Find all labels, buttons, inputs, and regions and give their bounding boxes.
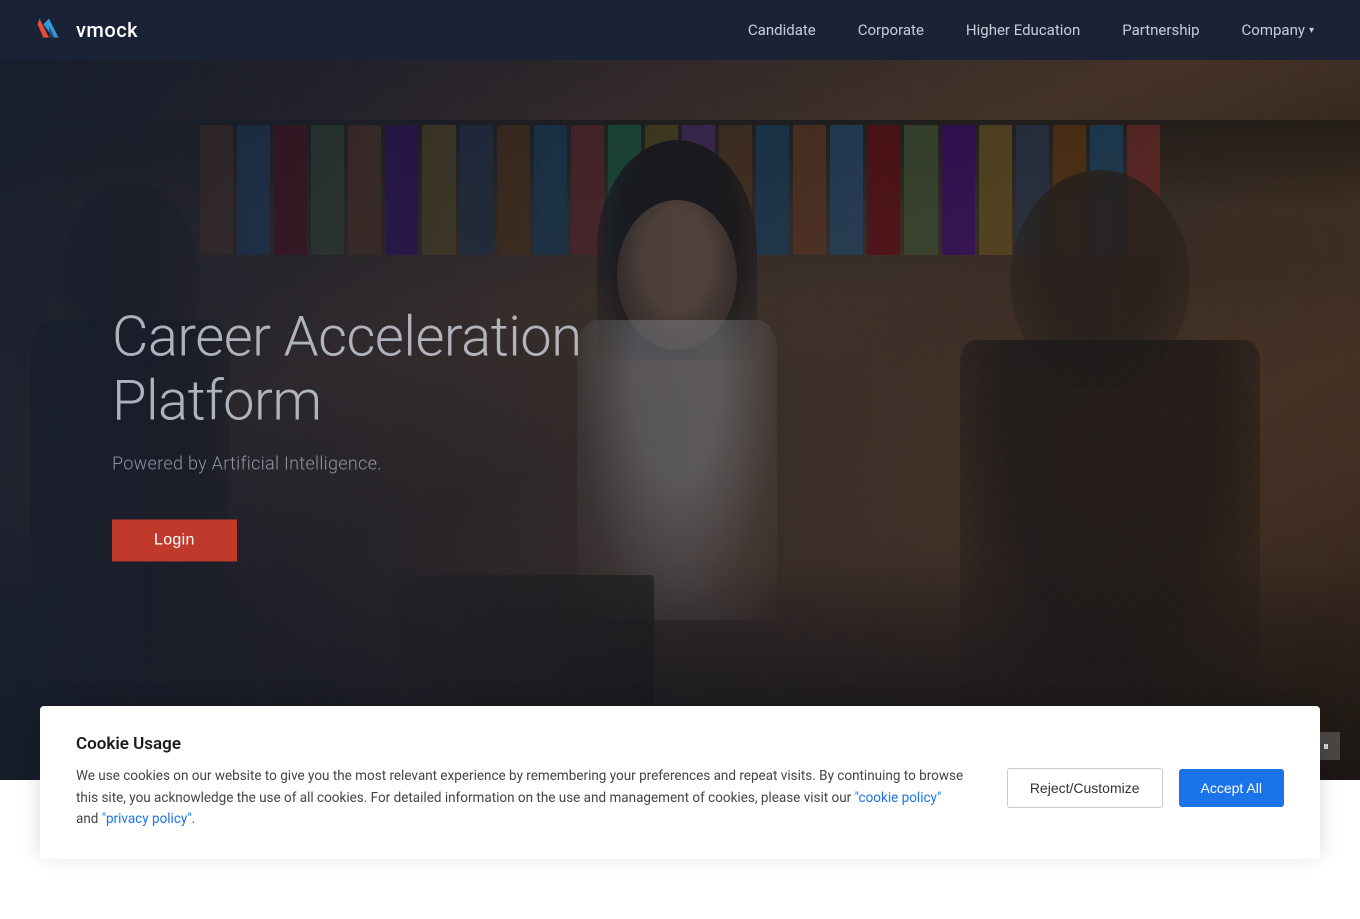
cookie-banner: Cookie Usage We use cookies on our websi… (40, 706, 1320, 859)
accept-all-button[interactable]: Accept All (1179, 769, 1284, 807)
hero-section: Career Acceleration Platform Powered by … (0, 60, 1360, 780)
hero-subtitle: Powered by Artificial Intelligence. (112, 453, 700, 474)
hero-title: Career Acceleration Platform (112, 304, 700, 433)
vmock-logo-icon (30, 11, 68, 49)
nav-corporate[interactable]: Corporate (842, 13, 940, 47)
navbar: vmock Candidate Corporate Higher Educati… (0, 0, 1360, 60)
nav-company-label: Company (1242, 21, 1305, 39)
cookie-body-text: We use cookies on our website to give yo… (76, 766, 967, 831)
cookie-content: Cookie Usage We use cookies on our websi… (76, 734, 967, 831)
reject-customize-button[interactable]: Reject/Customize (1007, 768, 1163, 808)
nav-links: Candidate Corporate Higher Education Par… (732, 13, 1330, 47)
nav-company[interactable]: Company ▾ (1226, 13, 1330, 47)
cookie-actions: Reject/Customize Accept All (1007, 768, 1284, 808)
cookie-title: Cookie Usage (76, 734, 967, 754)
logo-text: vmock (76, 18, 138, 42)
nav-higher-education[interactable]: Higher Education (950, 13, 1096, 47)
cookie-policy-link[interactable]: "cookie policy" (855, 790, 942, 806)
logo-container[interactable]: vmock (30, 11, 138, 49)
hero-content: Career Acceleration Platform Powered by … (0, 304, 700, 561)
nav-partnership[interactable]: Partnership (1106, 13, 1215, 47)
privacy-policy-link[interactable]: "privacy policy" (102, 811, 192, 827)
login-button[interactable]: Login (112, 519, 237, 561)
chevron-down-icon: ▾ (1309, 25, 1314, 36)
nav-candidate[interactable]: Candidate (732, 13, 832, 47)
